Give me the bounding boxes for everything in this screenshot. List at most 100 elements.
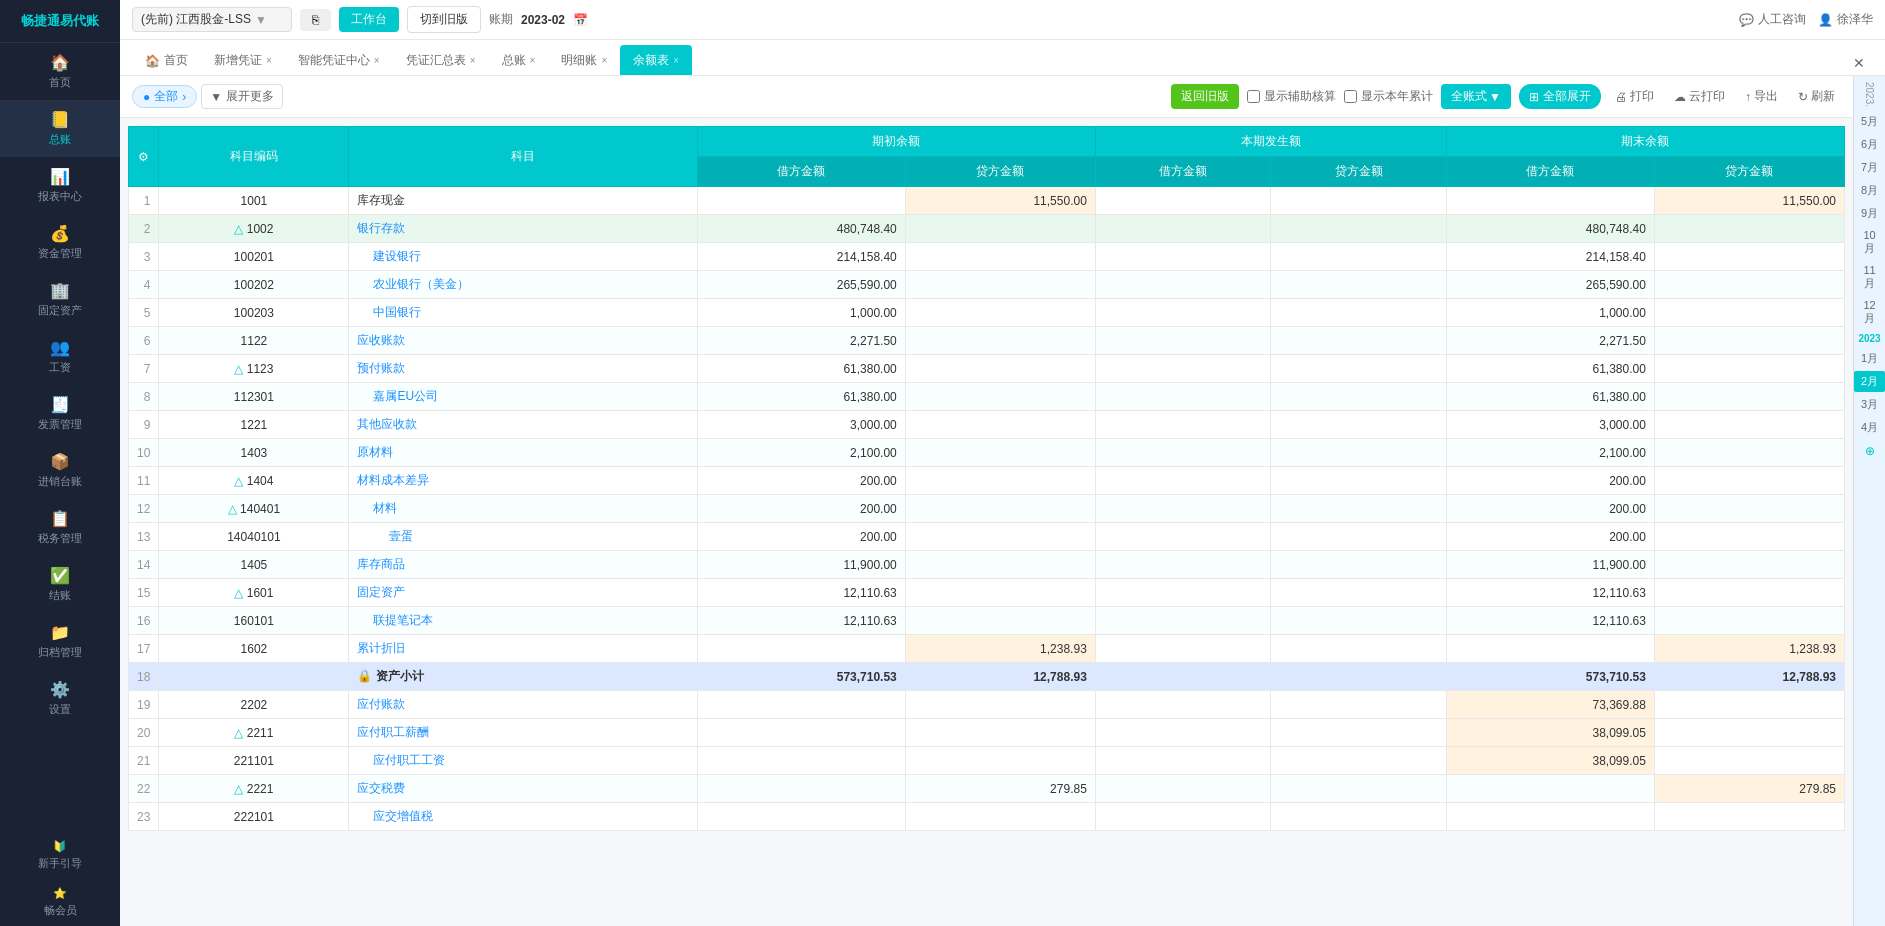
sidebar-item-settings[interactable]: ⚙️ 设置 — [0, 670, 120, 727]
account-name[interactable]: 材料成本差异 — [349, 467, 697, 495]
sidebar-item-checkout[interactable]: ✅ 结账 — [0, 556, 120, 613]
tab-smart-voucher[interactable]: 智能凭证中心 × — [285, 45, 393, 75]
account-name[interactable]: 联提笔记本 — [349, 607, 697, 635]
cloud-print-button[interactable]: ☁ 云打印 — [1668, 85, 1731, 108]
switch-version-button[interactable]: 切到旧版 — [407, 6, 481, 33]
month-2[interactable]: 2月 — [1854, 371, 1885, 392]
month-12[interactable]: 12月 — [1854, 296, 1885, 329]
show-ytd-checkbox[interactable]: 显示本年累计 — [1344, 88, 1433, 105]
expand-icon[interactable]: △ — [234, 726, 246, 740]
account-name[interactable]: 应付职工薪酬 — [349, 719, 697, 747]
assist-checkbox-input[interactable] — [1247, 90, 1260, 103]
ytd-checkbox-input[interactable] — [1344, 90, 1357, 103]
return-old-version-button[interactable]: 返回旧版 — [1171, 84, 1239, 109]
expand-button[interactable]: ▼ 展开更多 — [201, 84, 283, 109]
sidebar-item-salary[interactable]: 👥 工资 — [0, 328, 120, 385]
workbench-button[interactable]: 工作台 — [339, 7, 399, 32]
account-link[interactable]: 建设银行 — [373, 249, 421, 263]
close-tab-new-voucher[interactable]: × — [266, 55, 272, 66]
account-name[interactable]: 库存商品 — [349, 551, 697, 579]
copy-button[interactable]: ⎘ — [300, 9, 331, 31]
print-button[interactable]: 🖨 打印 — [1609, 85, 1660, 108]
account-name[interactable]: 固定资产 — [349, 579, 697, 607]
month-3[interactable]: 3月 — [1854, 394, 1885, 415]
tab-new-voucher[interactable]: 新增凭证 × — [201, 45, 285, 75]
format-button[interactable]: 全账式 ▼ — [1441, 84, 1511, 109]
expand-all-toggle[interactable]: ⊞ 全部展开 — [1519, 84, 1601, 109]
account-link[interactable]: 嘉属EU公司 — [373, 389, 438, 403]
expand-icon[interactable]: △ — [234, 222, 246, 236]
account-name[interactable]: 原材料 — [349, 439, 697, 467]
close-tab-voucher-summary[interactable]: × — [470, 55, 476, 66]
account-name[interactable]: 预付账款 — [349, 355, 697, 383]
account-name[interactable]: 其他应收款 — [349, 411, 697, 439]
account-name[interactable]: 嘉属EU公司 — [349, 383, 697, 411]
month-8[interactable]: 8月 — [1854, 180, 1885, 201]
month-11[interactable]: 11月 — [1854, 261, 1885, 294]
account-name[interactable]: 应交增值税 — [349, 803, 697, 831]
account-name[interactable]: 应交税费 — [349, 775, 697, 803]
close-tab-smart-voucher[interactable]: × — [374, 55, 380, 66]
account-link[interactable]: 应收账款 — [357, 333, 405, 347]
account-link[interactable]: 农业银行（美金） — [373, 277, 469, 291]
account-name[interactable]: 应付职工工资 — [349, 747, 697, 775]
sidebar-item-invoice[interactable]: 🧾 发票管理 — [0, 385, 120, 442]
account-link[interactable]: 联提笔记本 — [373, 613, 433, 627]
tab-balance[interactable]: 余额表 × — [620, 45, 692, 75]
sidebar-item-guide[interactable]: 🔰 新手引导 — [0, 832, 120, 879]
month-4[interactable]: 4月 — [1854, 417, 1885, 438]
tab-ledger[interactable]: 总账 × — [489, 45, 549, 75]
account-name[interactable]: 应收账款 — [349, 327, 697, 355]
account-name[interactable]: 农业银行（美金） — [349, 271, 697, 299]
show-assist-checkbox[interactable]: 显示辅助核算 — [1247, 88, 1336, 105]
tab-home[interactable]: 🏠 首页 — [132, 45, 201, 75]
export-button[interactable]: ↑ 导出 — [1739, 85, 1784, 108]
account-link[interactable]: 银行存款 — [357, 221, 405, 235]
settings-header[interactable]: ⚙ — [129, 127, 159, 187]
account-link[interactable]: 预付账款 — [357, 361, 405, 375]
month-9[interactable]: 9月 — [1854, 203, 1885, 224]
close-tab-ledger[interactable]: × — [530, 55, 536, 66]
tab-detail-ledger[interactable]: 明细账 × — [548, 45, 620, 75]
account-link[interactable]: 材料 — [373, 501, 397, 515]
month-10[interactable]: 10月 — [1854, 226, 1885, 259]
account-link[interactable]: 壹蛋 — [389, 529, 413, 543]
account-link[interactable]: 应交税费 — [357, 781, 405, 795]
account-name[interactable]: 银行存款 — [349, 215, 697, 243]
month-7[interactable]: 7月 — [1854, 157, 1885, 178]
sidebar-item-purchase[interactable]: 📦 进销台账 — [0, 442, 120, 499]
tab-voucher-summary[interactable]: 凭证汇总表 × — [393, 45, 489, 75]
close-tab-balance[interactable]: × — [673, 55, 679, 66]
month-6[interactable]: 6月 — [1854, 134, 1885, 155]
account-name[interactable]: 壹蛋 — [349, 523, 697, 551]
sidebar-item-reports[interactable]: 📊 报表中心 — [0, 157, 120, 214]
expand-icon[interactable]: △ — [228, 502, 240, 516]
month-5[interactable]: 5月 — [1854, 111, 1885, 132]
close-tab-detail-ledger[interactable]: × — [601, 55, 607, 66]
refresh-button[interactable]: ↻ 刷新 — [1792, 85, 1841, 108]
filter-all[interactable]: ● 全部 › — [132, 85, 197, 108]
account-link[interactable]: 材料成本差异 — [357, 473, 429, 487]
sidebar-item-member[interactable]: ⭐ 畅会员 — [0, 879, 120, 926]
expand-icon[interactable]: △ — [234, 362, 246, 376]
expand-panel-button[interactable]: ⊕ — [1865, 444, 1875, 458]
account-link[interactable]: 库存商品 — [357, 557, 405, 571]
account-link[interactable]: 应付职工薪酬 — [357, 725, 429, 739]
account-name[interactable]: 应付账款 — [349, 691, 697, 719]
account-link[interactable]: 中国银行 — [373, 305, 421, 319]
sidebar-item-ledger[interactable]: 📒 总账 — [0, 100, 120, 157]
expand-icon[interactable]: △ — [234, 782, 246, 796]
account-link[interactable]: 原材料 — [357, 445, 393, 459]
account-link[interactable]: 应付职工工资 — [373, 753, 445, 767]
consult-button[interactable]: 💬 人工咨询 — [1739, 11, 1806, 28]
account-name[interactable]: 建设银行 — [349, 243, 697, 271]
account-link[interactable]: 累计折旧 — [357, 641, 405, 655]
account-name[interactable]: 材料 — [349, 495, 697, 523]
account-link[interactable]: 其他应收款 — [357, 417, 417, 431]
account-link[interactable]: 应交增值税 — [373, 809, 433, 823]
account-name[interactable]: 中国银行 — [349, 299, 697, 327]
sidebar-item-capital[interactable]: 💰 资金管理 — [0, 214, 120, 271]
account-link[interactable]: 固定资产 — [357, 585, 405, 599]
sidebar-item-archive[interactable]: 📁 归档管理 — [0, 613, 120, 670]
expand-icon[interactable]: △ — [234, 586, 246, 600]
